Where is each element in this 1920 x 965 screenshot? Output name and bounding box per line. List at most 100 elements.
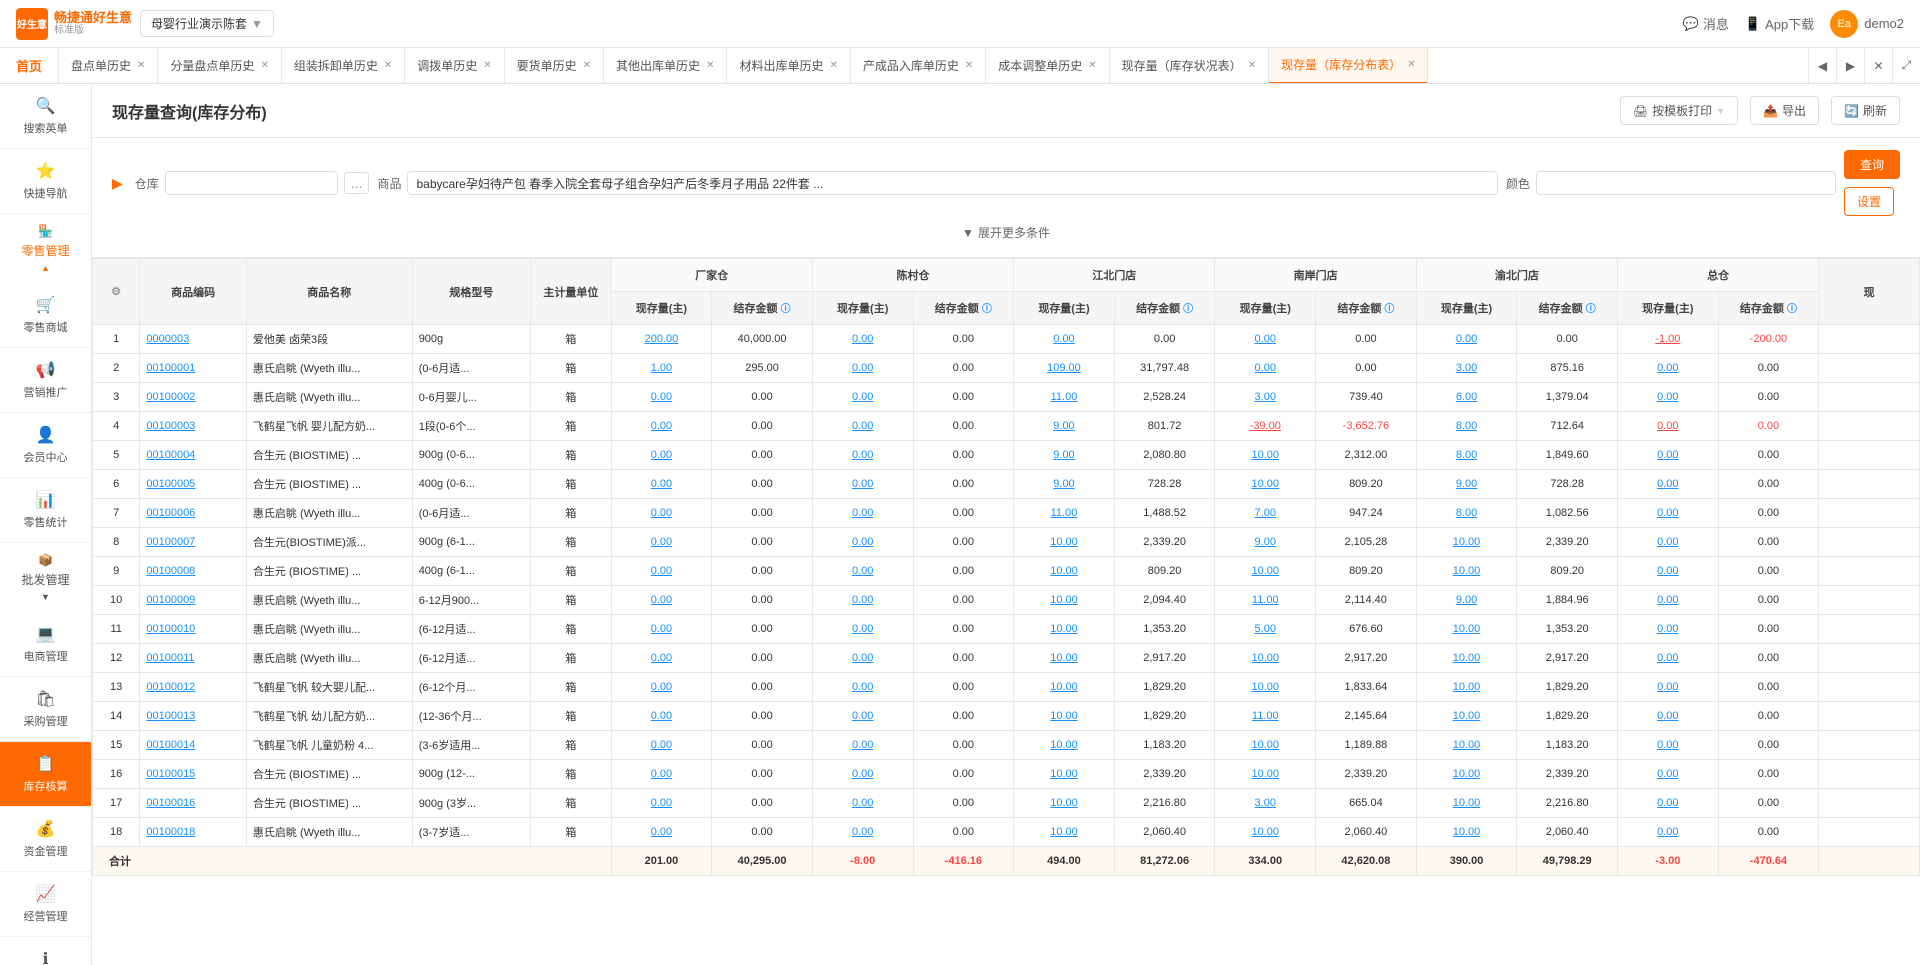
cell-code[interactable]: 00100004	[140, 441, 247, 470]
cell-chen-qty[interactable]: 0.00	[812, 470, 913, 499]
cell-total-qty[interactable]: 0.00	[1618, 702, 1719, 731]
cell-yubei-qty[interactable]: 8.00	[1416, 499, 1517, 528]
cell-code[interactable]: 00100007	[140, 528, 247, 557]
cell-chen-qty[interactable]: 0.00	[812, 383, 913, 412]
cell-code[interactable]: 00100014	[140, 731, 247, 760]
cell-total-qty[interactable]: 0.00	[1618, 818, 1719, 847]
table-container[interactable]: ⚙ 商品编码 商品名称 规格型号 主计量单位 厂家仓 陈村仓 江北门店 南岸门店…	[92, 258, 1920, 965]
cell-jiangbei-qty[interactable]: 11.00	[1014, 499, 1115, 528]
close-icon[interactable]: ✕	[706, 60, 714, 71]
cell-code[interactable]: 00100010	[140, 615, 247, 644]
cell-chen-qty[interactable]: 0.00	[812, 673, 913, 702]
color-input[interactable]	[1536, 171, 1836, 195]
cell-yubei-qty[interactable]: 3.00	[1416, 354, 1517, 383]
cell-chen-qty[interactable]: 0.00	[812, 760, 913, 789]
cell-chen-qty[interactable]: 0.00	[812, 557, 913, 586]
nav-prev-btn[interactable]: ◀	[1808, 48, 1836, 84]
sidebar-item-finance[interactable]: 💰 资金管理	[0, 807, 91, 872]
cell-fac-qty[interactable]: 200.00	[611, 325, 712, 354]
cell-total-qty[interactable]: 0.00	[1618, 731, 1719, 760]
cell-yubei-qty[interactable]: 10.00	[1416, 731, 1517, 760]
cell-chen-qty[interactable]: 0.00	[812, 789, 913, 818]
cell-jiangbei-qty[interactable]: 10.00	[1014, 615, 1115, 644]
cell-total-qty[interactable]: 0.00	[1618, 789, 1719, 818]
cell-fac-qty[interactable]: 0.00	[611, 760, 712, 789]
cell-chen-qty[interactable]: 0.00	[812, 441, 913, 470]
sidebar-item-ecommerce[interactable]: 💻 电商管理	[0, 612, 91, 677]
sidebar-item-mall[interactable]: 🛒 零售商城	[0, 283, 91, 348]
cell-fac-qty[interactable]: 0.00	[611, 499, 712, 528]
tab-yaohuo[interactable]: 要货单历史 ✕	[505, 48, 604, 84]
sidebar-item-business[interactable]: 📈 经营管理	[0, 872, 91, 937]
close-icon[interactable]: ✕	[965, 60, 973, 71]
cell-chen-qty[interactable]: 0.00	[812, 644, 913, 673]
cell-chen-qty[interactable]: 0.00	[812, 325, 913, 354]
cell-chen-qty[interactable]: 0.00	[812, 412, 913, 441]
cell-jiangbei-qty[interactable]: 10.00	[1014, 557, 1115, 586]
cell-fac-qty[interactable]: 0.00	[611, 673, 712, 702]
cell-total-qty[interactable]: 0.00	[1618, 470, 1719, 499]
cell-fac-qty[interactable]: 0.00	[611, 383, 712, 412]
print-btn[interactable]: 🖨 按模板打印 ▼	[1620, 96, 1738, 125]
cell-yubei-qty[interactable]: 10.00	[1416, 702, 1517, 731]
sidebar-item-basic-info[interactable]: ℹ 基础信息	[0, 937, 91, 965]
cell-nanan-qty[interactable]: 11.00	[1215, 702, 1316, 731]
cell-total-qty[interactable]: 0.00	[1618, 760, 1719, 789]
tab-chenben[interactable]: 成本调整单历史 ✕	[986, 48, 1109, 84]
expand-more-btn[interactable]: ▼ 展开更多条件	[954, 220, 1058, 245]
close-icon[interactable]: ✕	[583, 60, 591, 71]
cell-total-qty[interactable]: 0.00	[1618, 586, 1719, 615]
gear-icon[interactable]: ⚙	[111, 286, 121, 298]
cell-fac-qty[interactable]: 0.00	[611, 731, 712, 760]
cell-total-qty[interactable]: 0.00	[1618, 354, 1719, 383]
cell-yubei-qty[interactable]: 10.00	[1416, 673, 1517, 702]
cell-jiangbei-qty[interactable]: 10.00	[1014, 586, 1115, 615]
warehouse-more-btn[interactable]: ...	[344, 172, 370, 194]
close-icon[interactable]: ✕	[1407, 59, 1415, 70]
cell-total-qty[interactable]: 0.00	[1618, 441, 1719, 470]
cell-fac-qty[interactable]: 0.00	[611, 412, 712, 441]
cell-fac-qty[interactable]: 0.00	[611, 702, 712, 731]
cell-chen-qty[interactable]: 0.00	[812, 702, 913, 731]
cell-nanan-qty[interactable]: 10.00	[1215, 470, 1316, 499]
cell-nanan-qty[interactable]: 10.00	[1215, 731, 1316, 760]
cell-yubei-qty[interactable]: 10.00	[1416, 528, 1517, 557]
cell-yubei-qty[interactable]: 10.00	[1416, 644, 1517, 673]
cell-yubei-qty[interactable]: 10.00	[1416, 557, 1517, 586]
cell-chen-qty[interactable]: 0.00	[812, 586, 913, 615]
cell-total-qty[interactable]: 0.00	[1618, 383, 1719, 412]
tab-pandian[interactable]: 盘点单历史 ✕	[59, 48, 158, 84]
cell-chen-qty[interactable]: 0.00	[812, 731, 913, 760]
cell-fac-qty[interactable]: 0.00	[611, 470, 712, 499]
cell-yubei-qty[interactable]: 8.00	[1416, 412, 1517, 441]
settings-button[interactable]: 设置	[1844, 187, 1894, 216]
sidebar-item-inventory[interactable]: 📋 库存核算	[0, 742, 91, 807]
cell-total-qty[interactable]: 0.00	[1618, 499, 1719, 528]
tab-diaopo[interactable]: 调拨单历史 ✕	[405, 48, 504, 84]
cell-jiangbei-qty[interactable]: 10.00	[1014, 673, 1115, 702]
sidebar-item-retail[interactable]: 🏪 零售管理 ▲	[0, 214, 91, 283]
cell-nanan-qty[interactable]: 0.00	[1215, 354, 1316, 383]
cell-nanan-qty[interactable]: 11.00	[1215, 586, 1316, 615]
cell-yubei-qty[interactable]: 8.00	[1416, 441, 1517, 470]
tab-cailiaochu[interactable]: 材料出库单历史 ✕	[727, 48, 850, 84]
close-icon[interactable]: ✕	[1248, 60, 1256, 71]
cell-fac-qty[interactable]: 0.00	[611, 644, 712, 673]
cell-yubei-qty[interactable]: 9.00	[1416, 470, 1517, 499]
cell-fac-qty[interactable]: 0.00	[611, 557, 712, 586]
goods-input[interactable]	[407, 171, 1497, 195]
cell-jiangbei-qty[interactable]: 11.00	[1014, 383, 1115, 412]
cell-jiangbei-qty[interactable]: 10.00	[1014, 818, 1115, 847]
cell-nanan-qty[interactable]: 10.00	[1215, 760, 1316, 789]
cell-code[interactable]: 00100012	[140, 673, 247, 702]
tab-chanchenru[interactable]: 产成品入库单历史 ✕	[851, 48, 986, 84]
cell-jiangbei-qty[interactable]: 10.00	[1014, 760, 1115, 789]
refresh-btn[interactable]: 🔄 刷新	[1831, 96, 1900, 125]
cell-total-qty[interactable]: -1.00	[1618, 325, 1719, 354]
cell-fac-qty[interactable]: 0.00	[611, 818, 712, 847]
cell-nanan-qty[interactable]: 7.00	[1215, 499, 1316, 528]
cell-nanan-qty[interactable]: 0.00	[1215, 325, 1316, 354]
nav-expand-btn[interactable]: ⤢	[1892, 48, 1920, 84]
close-icon[interactable]: ✕	[829, 60, 837, 71]
expand-arrow-icon[interactable]: ▶	[112, 175, 123, 192]
